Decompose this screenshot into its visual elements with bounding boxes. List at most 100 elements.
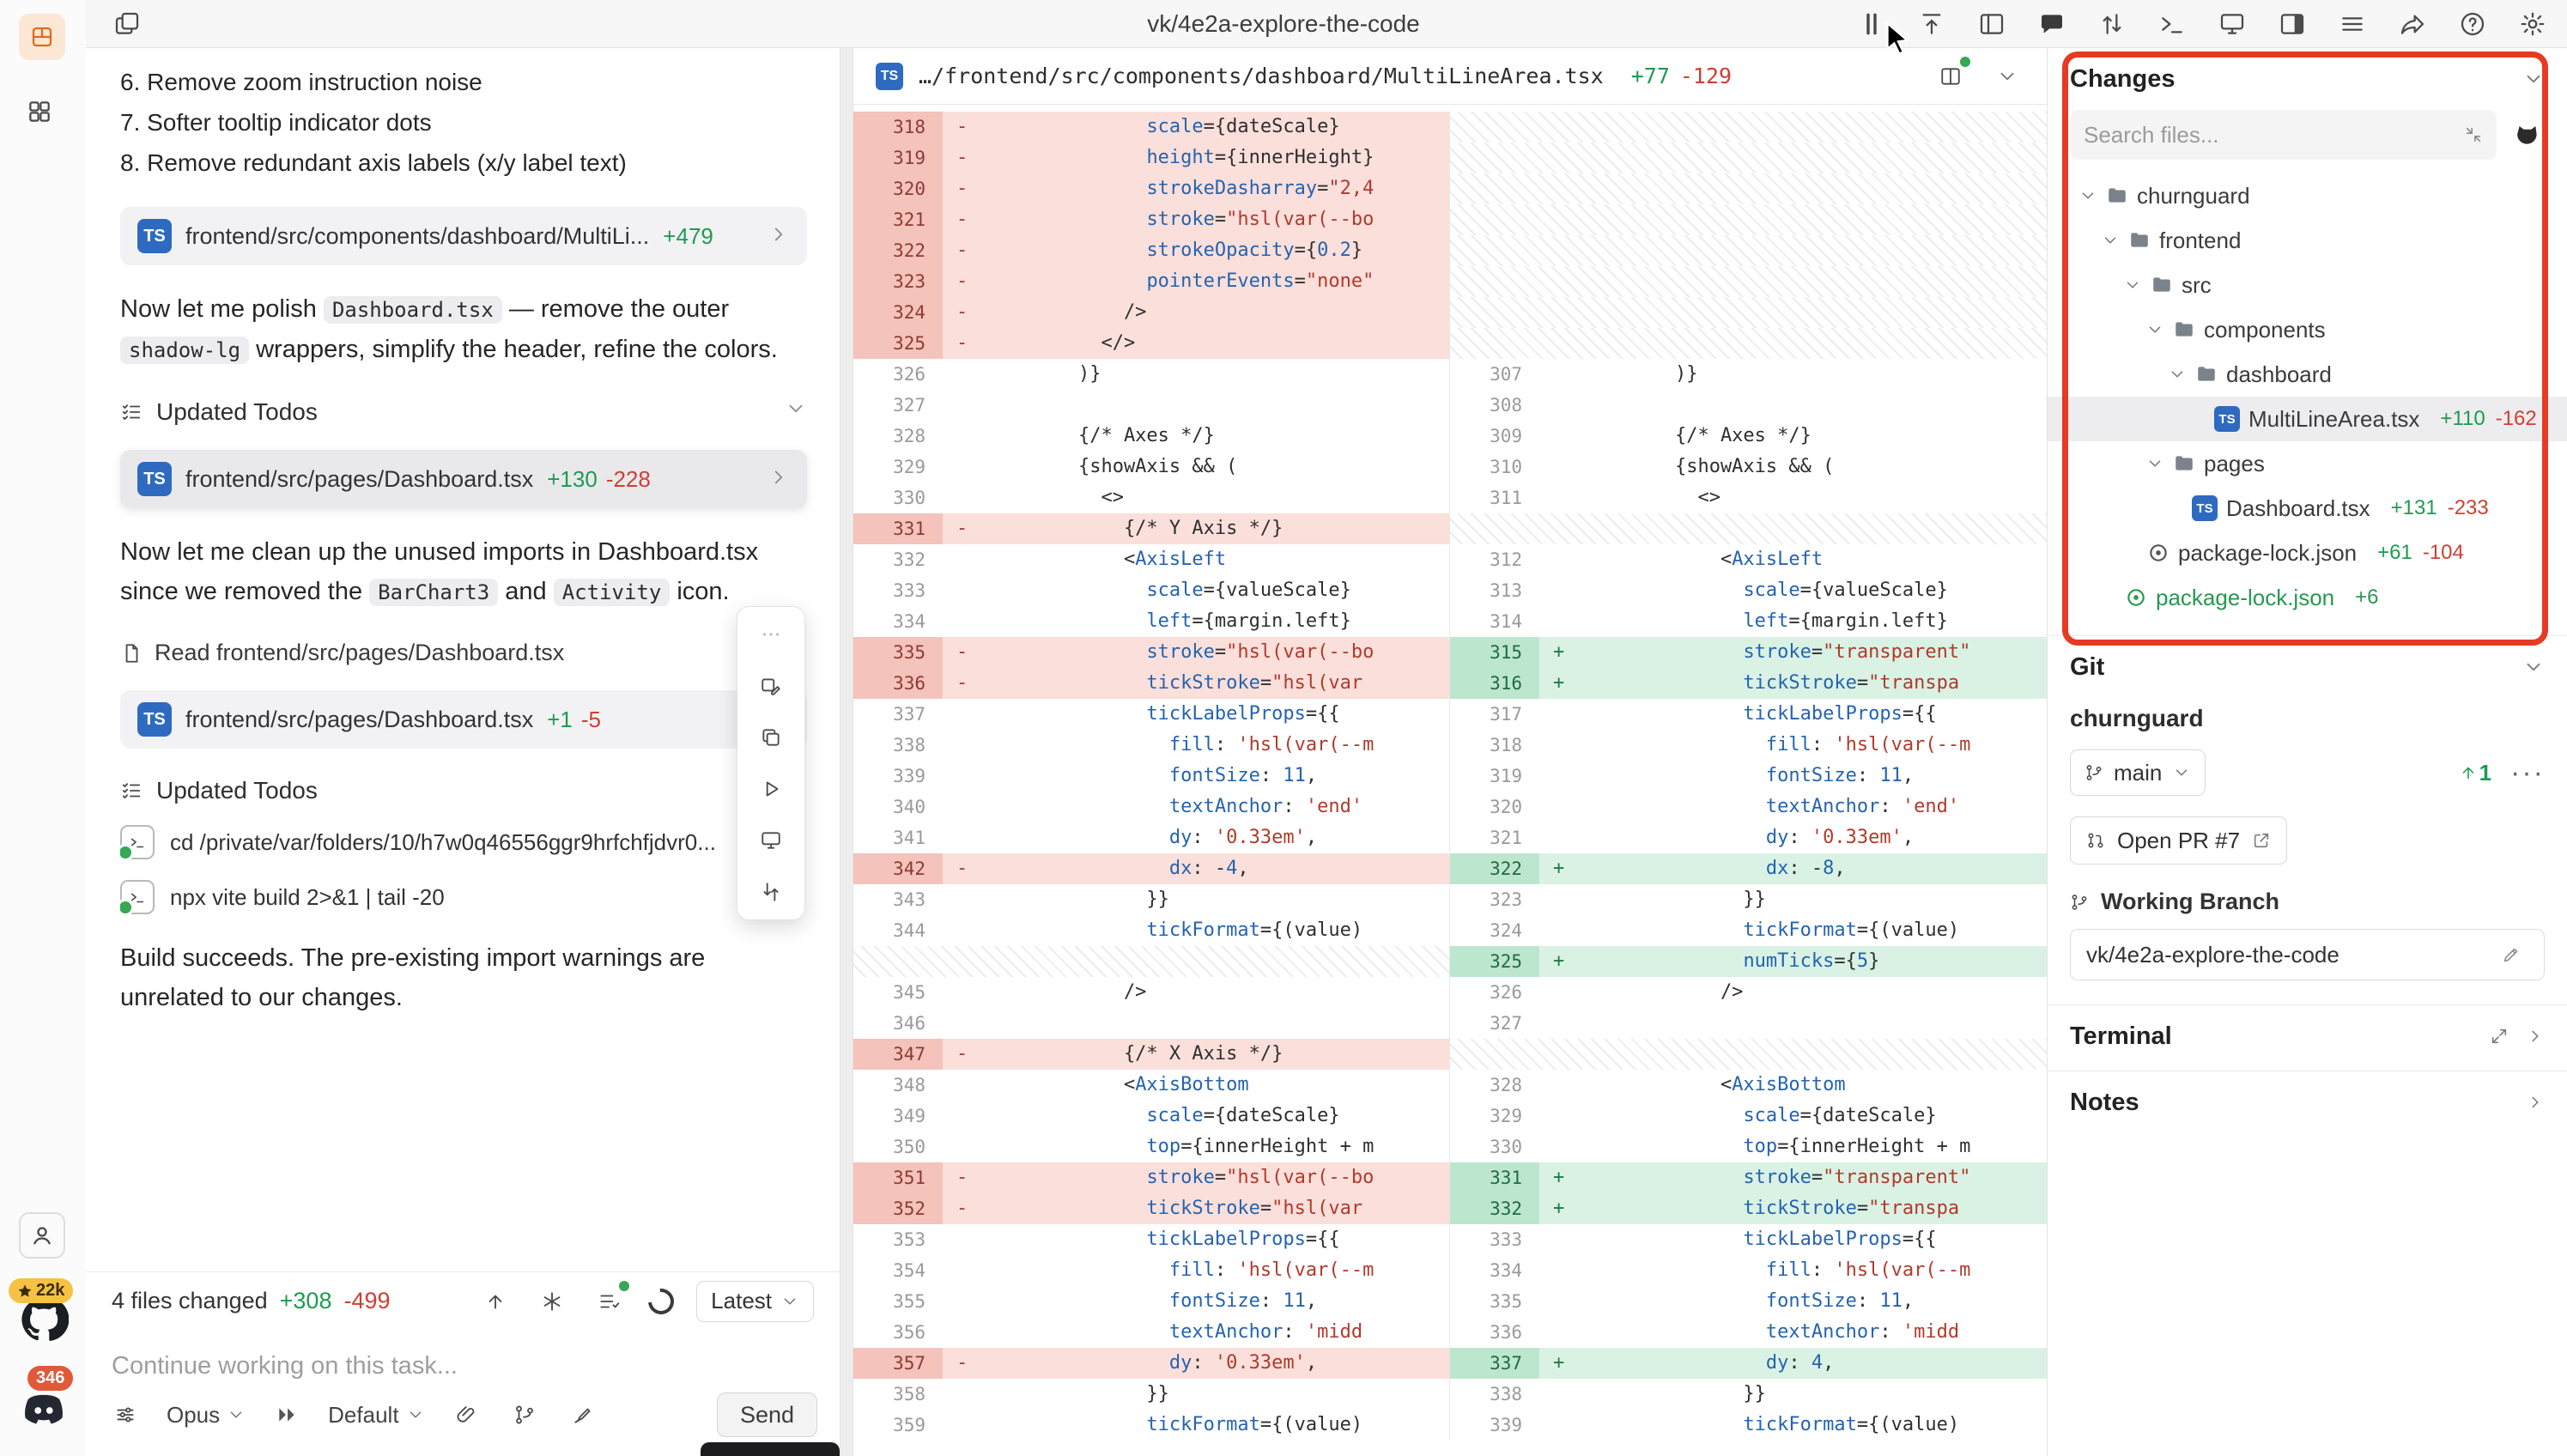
split-view-icon[interactable]: [1933, 59, 1968, 94]
send-button[interactable]: Send: [717, 1392, 817, 1437]
search-input[interactable]: [2084, 122, 2455, 149]
chat-bubble-icon[interactable]: [2035, 7, 2069, 41]
chevron-down-icon: [2522, 656, 2545, 678]
branch-select[interactable]: main: [2070, 749, 2206, 796]
panel-left-icon[interactable]: [1975, 7, 2009, 41]
changes-status-bar[interactable]: 4 files changed +308 -499 Latest: [86, 1271, 840, 1330]
panel-right-icon[interactable]: [2275, 7, 2309, 41]
version-select[interactable]: Latest: [696, 1281, 814, 1322]
diff-row: 327308: [853, 390, 2047, 421]
pause-icon[interactable]: [1854, 7, 1889, 41]
fast-forward-icon[interactable]: [270, 1398, 304, 1432]
account-icon[interactable]: [19, 1212, 65, 1259]
change-marker: +: [1539, 668, 1584, 699]
mode-select[interactable]: Default: [328, 1402, 424, 1429]
open-pr-button[interactable]: Open PR #7: [2070, 816, 2287, 864]
tree-file-MultiLineArea.tsx[interactable]: TSMultiLineArea.tsx+110-162: [2048, 397, 2567, 441]
added-lines: +110: [2440, 407, 2485, 431]
terminal-icon[interactable]: [2155, 7, 2189, 41]
context-line: 343 }}: [853, 884, 1450, 915]
terminal-command-row[interactable]: cd /private/var/folders/10/h7w0q46556ggr…: [120, 825, 810, 859]
tree-file-Dashboard.tsx[interactable]: TSDashboard.tsx+131-233: [2048, 486, 2567, 531]
tree-folder-frontend[interactable]: frontend: [2048, 218, 2567, 263]
git-section-header[interactable]: Git: [2070, 636, 2545, 698]
tree-file-package-lock.json[interactable]: package-lock.json+61-104: [2048, 531, 2567, 575]
tree-folder-dashboard[interactable]: dashboard: [2048, 352, 2567, 397]
todos-status-icon[interactable]: [592, 1284, 626, 1319]
message-input[interactable]: [112, 1352, 814, 1380]
chevron-down-icon[interactable]: [1990, 59, 2024, 94]
code-text: />: [987, 297, 1449, 328]
change-marker: [943, 977, 987, 1008]
tree-label: src: [2182, 272, 2212, 299]
attach-icon[interactable]: [449, 1398, 483, 1432]
mascot-icon[interactable]: [2510, 118, 2545, 152]
compare-arrows-icon[interactable]: [2095, 7, 2129, 41]
tune-icon[interactable]: [108, 1398, 143, 1432]
removed-lines: -104: [2423, 541, 2464, 565]
context-line: 335 fontSize: 11,: [1450, 1286, 2047, 1317]
branch-icon[interactable]: [507, 1398, 542, 1432]
display-icon[interactable]: [754, 823, 788, 858]
tree-file-package-lock.json[interactable]: package-lock.json+6: [2048, 575, 2567, 620]
more-icon[interactable]: [754, 617, 788, 652]
display-icon[interactable]: [2215, 7, 2249, 41]
settings-gear-icon[interactable]: [2515, 7, 2550, 41]
diff-body[interactable]: 318- scale={dateScale}319- height={inner…: [853, 105, 2047, 1456]
updated-todos-row[interactable]: Updated Todos: [120, 397, 807, 426]
tree-folder-churnguard[interactable]: churnguard: [2048, 173, 2567, 218]
diff-row: 324- />: [853, 297, 2047, 328]
change-marker: -: [943, 112, 987, 143]
help-icon[interactable]: [2455, 7, 2490, 41]
line-number: 322: [853, 235, 943, 266]
copy-icon[interactable]: [754, 720, 788, 755]
diff-row: 332 <AxisLeft312 <AxisLeft: [853, 544, 2047, 575]
terminal-chip-icon: [120, 880, 155, 914]
menu-icon[interactable]: [2335, 7, 2370, 41]
model-select[interactable]: Opus: [167, 1402, 246, 1429]
tree-folder-pages[interactable]: pages: [2048, 441, 2567, 486]
edit-icon[interactable]: [2494, 937, 2528, 972]
line-number: 323: [853, 266, 943, 297]
grid-view-icon[interactable]: [22, 94, 57, 129]
annotate-icon[interactable]: [754, 669, 788, 703]
tree-folder-src[interactable]: src: [2048, 263, 2567, 307]
file-diff-chip[interactable]: TS frontend/src/pages/Dashboard.tsx +130…: [120, 450, 807, 508]
updated-todos-row[interactable]: Updated Todos: [120, 776, 807, 804]
discord-icon[interactable]: [19, 1386, 69, 1435]
line-number: 333: [1450, 1224, 1539, 1255]
diff-row: 333 scale={valueScale}313 scale={valueSc…: [853, 575, 2047, 606]
run-icon[interactable]: [754, 772, 788, 806]
scroll-up-icon[interactable]: [478, 1284, 513, 1319]
terminal-command-row[interactable]: npx vite build 2>&1 | tail -20: [120, 880, 810, 914]
app-logo-icon[interactable]: [19, 14, 65, 60]
removed-lines: -233: [2448, 496, 2489, 520]
file-diff-chip[interactable]: TS frontend/src/pages/Dashboard.tsx +1 -…: [120, 690, 807, 749]
sparkle-icon[interactable]: [535, 1284, 569, 1319]
line-number: 357: [853, 1348, 943, 1379]
read-file-row[interactable]: Read frontend/src/pages/Dashboard.tsx: [120, 640, 810, 666]
diff-row: 346327: [853, 1008, 2047, 1039]
change-marker: [943, 1008, 987, 1039]
more-icon[interactable]: ···: [2510, 756, 2545, 790]
chat-transcript[interactable]: 6. Remove zoom instruction noise 7. Soft…: [86, 48, 840, 1271]
panel-divider[interactable]: [840, 48, 853, 1456]
scroll-top-icon[interactable]: [1915, 7, 1949, 41]
line-number: 321: [853, 204, 943, 235]
share-icon[interactable]: [2395, 7, 2430, 41]
deleted-line: 321- stroke="hsl(var(--bo: [853, 204, 1450, 235]
diff-compare-icon[interactable]: [754, 875, 788, 909]
pen-icon[interactable]: [566, 1398, 600, 1432]
file-search[interactable]: [2070, 110, 2497, 160]
tree-folder-components[interactable]: components: [2048, 307, 2567, 352]
diff-row: 338 fill: 'hsl(var(--m318 fill: 'hsl(var…: [853, 730, 2047, 761]
working-branch-field[interactable]: vk/4e2a-explore-the-code: [2070, 929, 2545, 980]
file-diff-chip[interactable]: TS frontend/src/components/dashboard/Mul…: [120, 207, 807, 265]
notes-section-header[interactable]: Notes: [2070, 1071, 2545, 1133]
terminal-section-header[interactable]: Terminal: [2070, 1005, 2545, 1067]
context-line: 318 fill: 'hsl(var(--m: [1450, 730, 2047, 761]
tabs-stack-icon[interactable]: [110, 7, 144, 41]
chevron-down-icon[interactable]: [785, 397, 807, 426]
todos-icon: [120, 780, 143, 802]
changes-section-header[interactable]: Changes: [2070, 48, 2545, 110]
